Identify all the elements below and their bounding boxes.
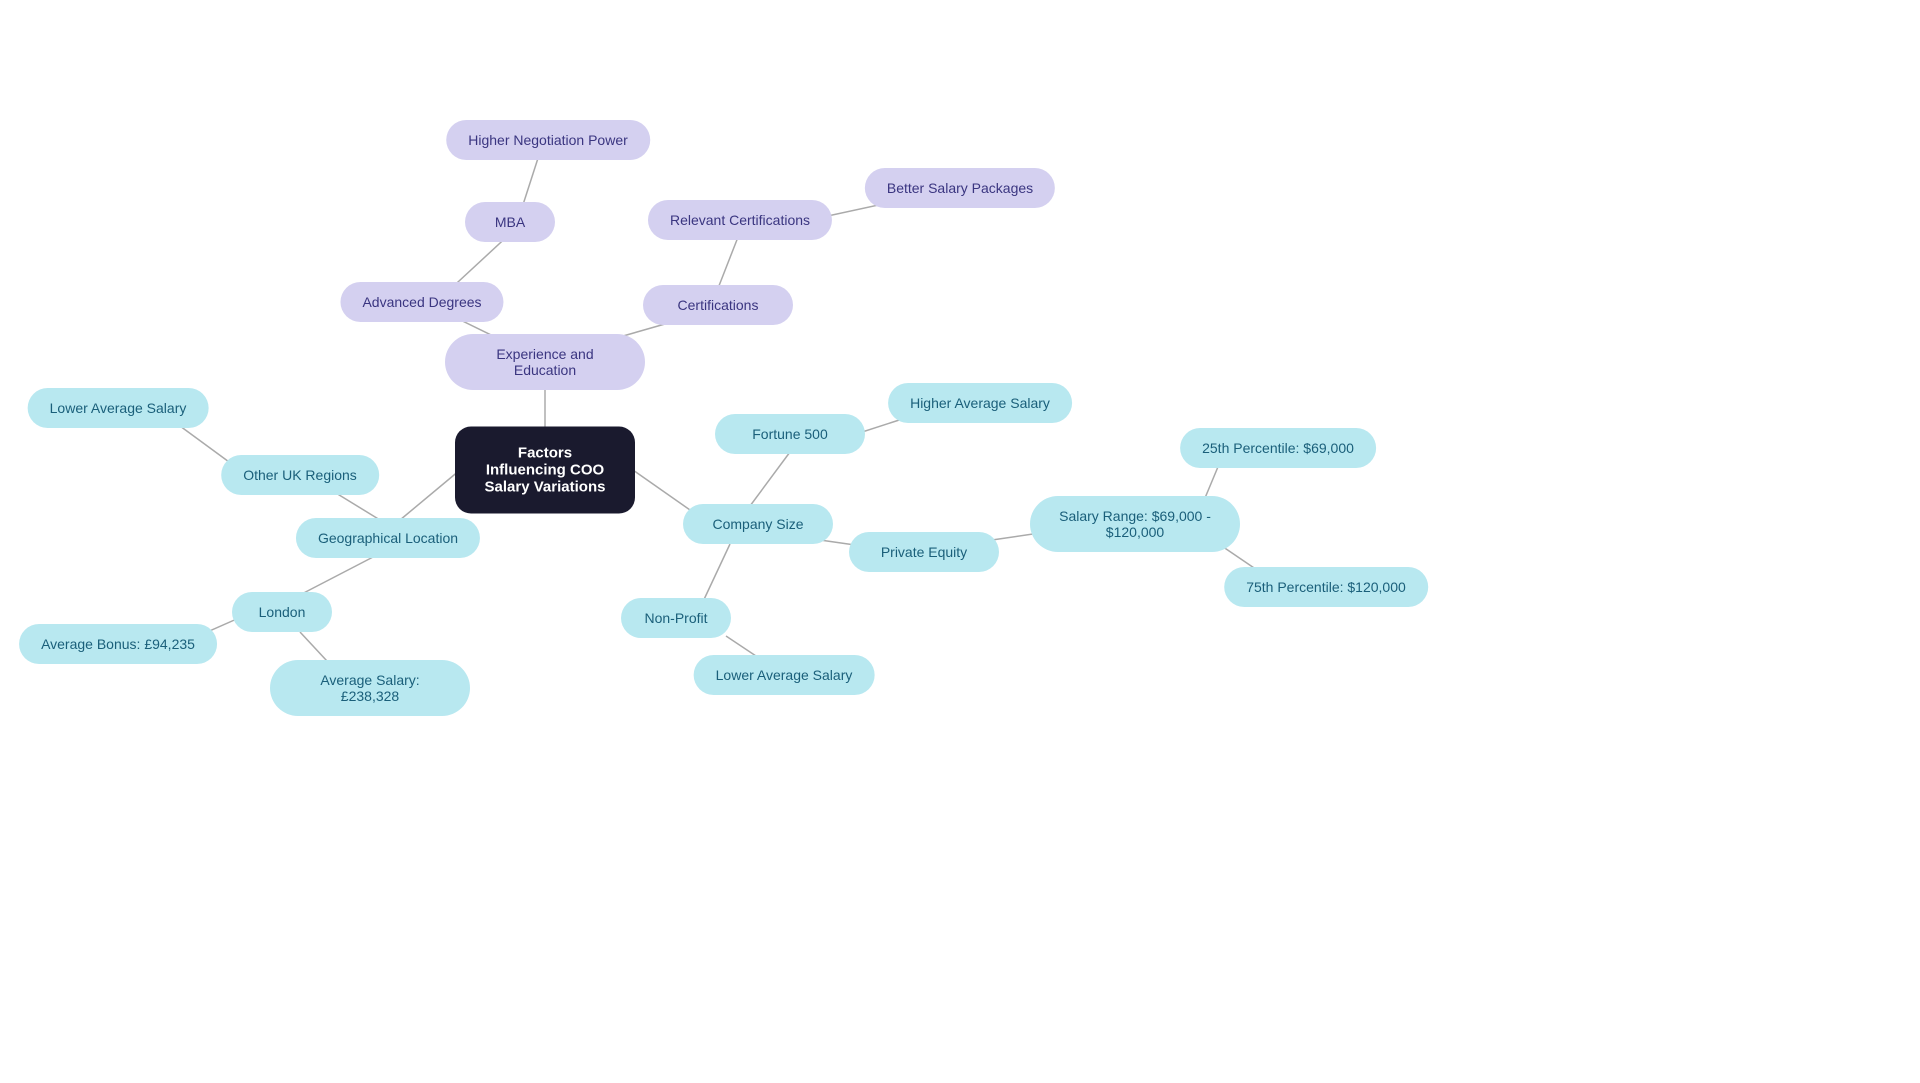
node-nonprofit: Non-Profit [621, 598, 731, 638]
node-geographical-location: Geographical Location [296, 518, 480, 558]
node-percentile-75: 75th Percentile: $120,000 [1224, 567, 1428, 607]
node-private-equity: Private Equity [849, 532, 999, 572]
node-advanced-degrees: Advanced Degrees [340, 282, 503, 322]
node-better-salary: Better Salary Packages [865, 168, 1055, 208]
node-mba: MBA [465, 202, 555, 242]
node-avg-bonus: Average Bonus: £94,235 [19, 624, 217, 664]
center-node: Factors Influencing COO Salary Variation… [455, 427, 635, 514]
node-fortune500: Fortune 500 [715, 414, 865, 454]
node-certifications: Certifications [643, 285, 793, 325]
node-relevant-certifications: Relevant Certifications [648, 200, 832, 240]
node-salary-range: Salary Range: $69,000 - $120,000 [1030, 496, 1240, 552]
node-avg-salary-london: Average Salary: £238,328 [270, 660, 470, 716]
node-experience-education: Experience and Education [445, 334, 645, 390]
node-lower-avg-salary-bottom: Lower Average Salary [694, 655, 875, 695]
node-london: London [232, 592, 332, 632]
node-higher-negotiation: Higher Negotiation Power [446, 120, 650, 160]
node-other-uk-regions: Other UK Regions [221, 455, 379, 495]
node-lower-avg-salary-left: Lower Average Salary [28, 388, 209, 428]
node-higher-avg-salary: Higher Average Salary [888, 383, 1072, 423]
node-company-size: Company Size [683, 504, 833, 544]
node-percentile-25: 25th Percentile: $69,000 [1180, 428, 1376, 468]
